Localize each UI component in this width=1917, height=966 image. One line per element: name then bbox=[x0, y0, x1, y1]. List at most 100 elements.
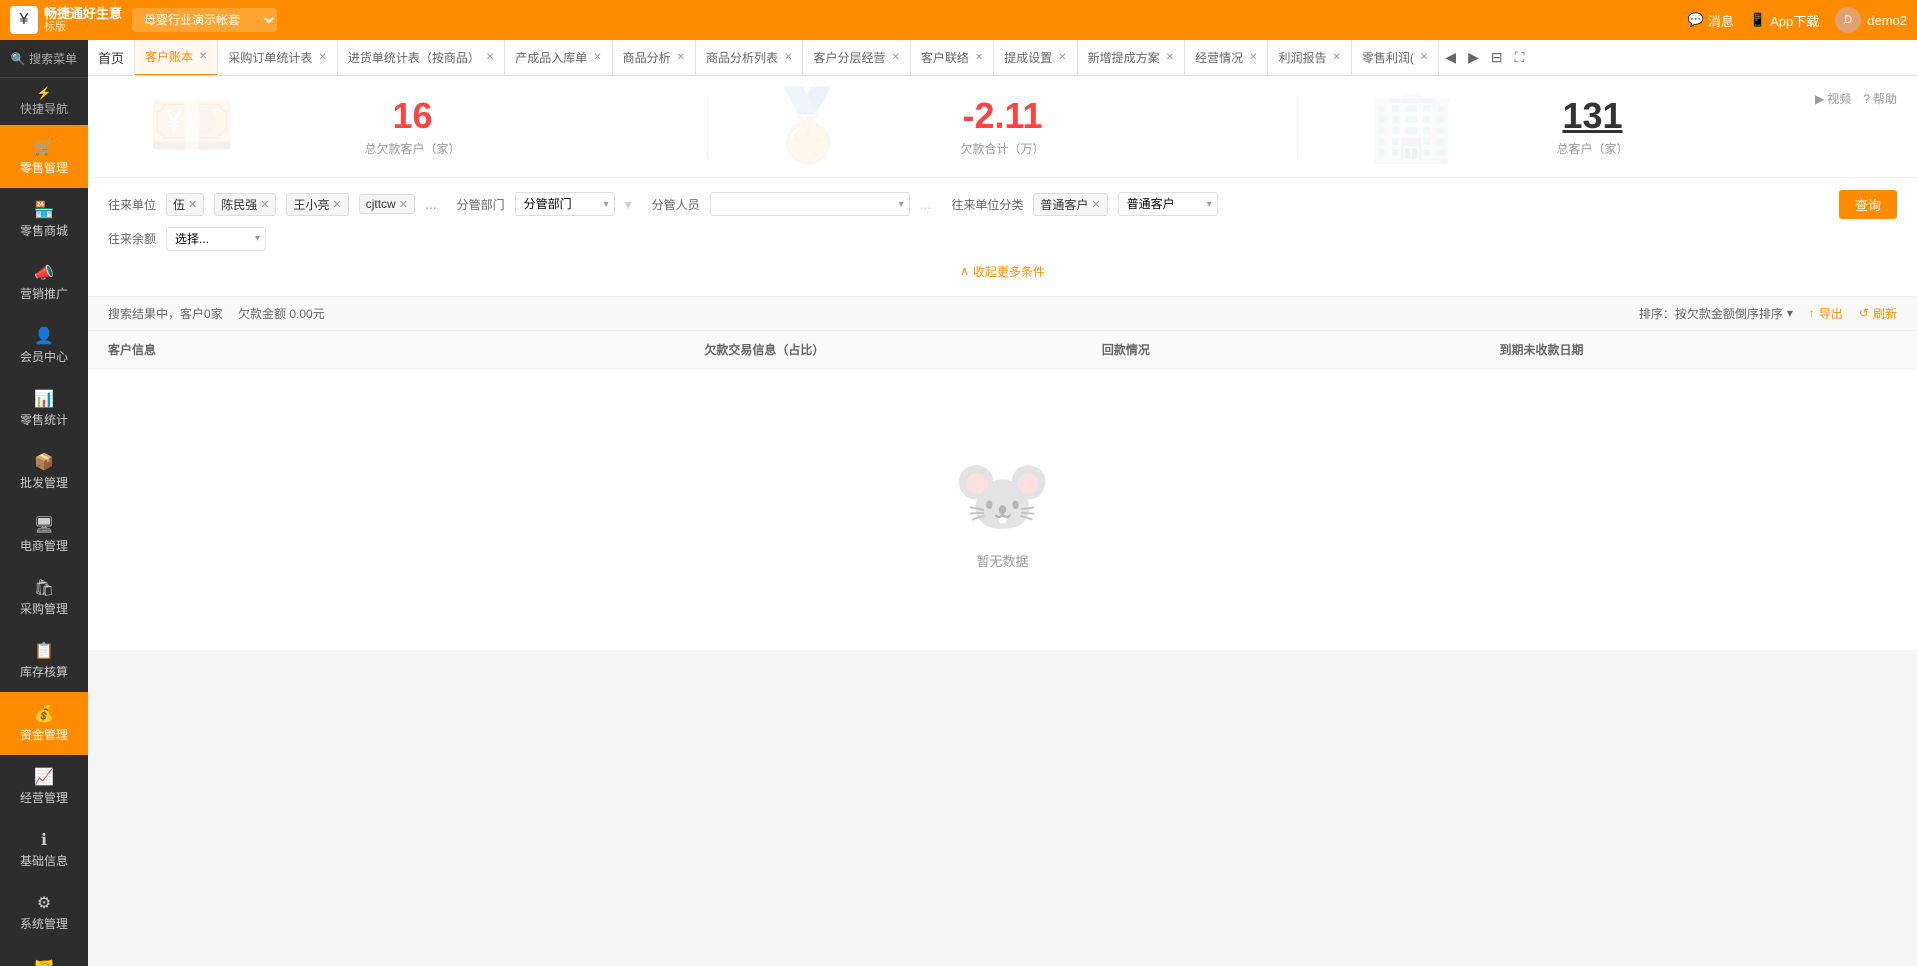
app-download-btn[interactable]: 📱 App下载 bbox=[1750, 11, 1819, 30]
sidebar-label-biz-mgmt: 经营管理 bbox=[0, 789, 88, 806]
tab-nav-right[interactable]: ▶ bbox=[1462, 40, 1485, 76]
sidebar-item-inventory[interactable]: 📋库存核算 bbox=[0, 629, 88, 692]
sidebar-item-member-center[interactable]: 👤会员中心 bbox=[0, 314, 88, 377]
sidebar-item-retail-mall[interactable]: 🏪零售商城 bbox=[0, 188, 88, 251]
tab-new-raise[interactable]: 新增提成方案 ✕ bbox=[1078, 40, 1185, 76]
tab-biz-situation[interactable]: 经营情况 ✕ bbox=[1185, 40, 1268, 76]
stat-total-customers: 16 总欠款客户（家） bbox=[118, 96, 708, 157]
help-icon: ? bbox=[1863, 92, 1870, 106]
branch-dept-select[interactable]: 分管部门 bbox=[515, 192, 615, 216]
tab-close-profit-report[interactable]: ✕ bbox=[1333, 52, 1341, 63]
sidebar-icon-enterprise-collab: 🤝 bbox=[0, 956, 88, 966]
tab-close-product-analysis-list[interactable]: ✕ bbox=[784, 52, 792, 63]
sidebar-search[interactable]: 🔍 搜索菜单 bbox=[0, 40, 88, 78]
sidebar-item-biz-mgmt[interactable]: 📈经营管理 bbox=[0, 755, 88, 818]
collapse-icon: ∧ bbox=[960, 264, 969, 278]
sidebar-item-marketing[interactable]: 📣营销推广 bbox=[0, 251, 88, 314]
sort-selector[interactable]: 排序：按欠款金额倒序排序 ▾ bbox=[1639, 305, 1793, 322]
help-btn[interactable]: ? 帮助 bbox=[1863, 90, 1897, 107]
col-overdue-date: 到期未收款日期 bbox=[1499, 341, 1897, 358]
branch-dept-select-wrap: 分管部门 bbox=[515, 192, 615, 216]
sidebar-item-retail-stats[interactable]: 📊零售统计 bbox=[0, 377, 88, 440]
sidebar-item-sys-mgmt[interactable]: ⚙系统管理 bbox=[0, 881, 88, 944]
stat-total-customers-value: 16 bbox=[392, 96, 432, 136]
company-selector[interactable]: 母婴行业演示帐套 bbox=[132, 8, 277, 32]
sidebar-item-enterprise-collab[interactable]: 🤝企业协同 bbox=[0, 944, 88, 966]
sidebar-item-purchase-mgmt[interactable]: 🛍采购管理 bbox=[0, 566, 88, 629]
tab-close-new-raise[interactable]: ✕ bbox=[1166, 52, 1174, 63]
query-button[interactable]: 查询 bbox=[1839, 190, 1897, 219]
remaining-amount-select[interactable]: 选择... bbox=[166, 227, 266, 251]
tab-close-purchase-order[interactable]: ✕ bbox=[318, 52, 326, 63]
filter-more-tags[interactable]: ... bbox=[425, 196, 437, 212]
video-icon: ▶ bbox=[1815, 92, 1824, 106]
sidebar-item-ecommerce-mgmt[interactable]: 🖥电商管理 bbox=[0, 503, 88, 566]
sidebar-item-basic-info[interactable]: ℹ基础信息 bbox=[0, 818, 88, 881]
filter-area: 往来单位 伍 ✕ 陈民强 ✕ 王小亮 ✕ bbox=[88, 178, 1917, 297]
sidebar-item-retail-mgmt[interactable]: 🛒 零售管理 bbox=[0, 125, 88, 188]
tab-profit-report[interactable]: 利润报告 ✕ bbox=[1268, 40, 1351, 76]
branch-person-select[interactable] bbox=[710, 192, 910, 216]
tab-customer-contact[interactable]: 客户联络 ✕ bbox=[911, 40, 994, 76]
quick-nav[interactable]: ⚡ 快捷导航 bbox=[0, 78, 88, 125]
tab-purchase-stats[interactable]: 进货单统计表（按商品） ✕ bbox=[338, 40, 505, 76]
tab-close-retail-profit[interactable]: ✕ bbox=[1420, 52, 1428, 63]
app-name: 畅捷通好生意 bbox=[44, 6, 122, 22]
message-btn[interactable]: 💬 消息 bbox=[1688, 11, 1734, 30]
tab-home[interactable]: 首页 bbox=[88, 40, 135, 76]
tab-fullscreen[interactable]: ⛶ bbox=[1509, 40, 1531, 76]
tab-close-product-analysis[interactable]: ✕ bbox=[677, 52, 685, 63]
sidebar-item-batch-mgmt[interactable]: 📦批发管理 bbox=[0, 440, 88, 503]
tab-product-analysis[interactable]: 商品分析 ✕ bbox=[613, 40, 696, 76]
tab-close-product-inbound[interactable]: ✕ bbox=[593, 52, 601, 63]
col-overdue-info: 欠款交易信息（占比） bbox=[704, 341, 1102, 358]
tab-raise-settings[interactable]: 提成设置 ✕ bbox=[994, 40, 1077, 76]
stats-area: 💴 🏅 🏢 ▶ 视频 ? 帮助 bbox=[88, 76, 1917, 178]
sidebar-label-retail-mgmt: 零售管理 bbox=[0, 159, 88, 176]
filter-row-2: 往来余额 选择... bbox=[108, 227, 1897, 251]
tab-close-biz-situation[interactable]: ✕ bbox=[1249, 52, 1257, 63]
branch-dept-clear[interactable]: ▾ bbox=[625, 196, 632, 213]
results-actions: 排序：按欠款金额倒序排序 ▾ ↑ 导出 ↺ 刷新 bbox=[1639, 305, 1897, 322]
col-repayment: 回款情况 bbox=[1102, 341, 1500, 358]
tab-retail-profit[interactable]: 零售利润( ✕ bbox=[1352, 40, 1439, 76]
app-version: 标版 bbox=[44, 21, 122, 34]
stat-total-customers-label: 总欠款客户（家） bbox=[364, 140, 460, 157]
tab-close-purchase-stats[interactable]: ✕ bbox=[486, 52, 494, 63]
sidebar-label-marketing: 营销推广 bbox=[0, 285, 88, 302]
filter-tag-cjttcw-close[interactable]: ✕ bbox=[399, 198, 408, 211]
filter-row-1: 往来单位 伍 ✕ 陈民强 ✕ 王小亮 ✕ bbox=[108, 190, 1897, 219]
refresh-btn[interactable]: ↺ 刷新 bbox=[1859, 305, 1897, 322]
export-btn[interactable]: ↑ 导出 bbox=[1809, 305, 1843, 322]
filter-tag-wang-close[interactable]: ✕ bbox=[333, 198, 342, 211]
filter-tag-wu-close[interactable]: ✕ bbox=[188, 198, 197, 211]
app-icon: 📱 bbox=[1750, 12, 1766, 28]
sidebar-icon-retail-mgmt: 🛒 bbox=[0, 137, 88, 157]
stat-overdue-value: -2.11 bbox=[962, 96, 1042, 136]
tab-expand[interactable]: ⊟ bbox=[1485, 40, 1509, 76]
tab-customer-tier[interactable]: 客户分层经营 ✕ bbox=[803, 40, 910, 76]
export-icon: ↑ bbox=[1809, 306, 1815, 320]
empty-illustration: 🐭 bbox=[953, 449, 1053, 543]
tab-close-raise-settings[interactable]: ✕ bbox=[1058, 52, 1066, 63]
empty-text: 暂无数据 bbox=[976, 551, 1028, 570]
video-btn[interactable]: ▶ 视频 bbox=[1815, 90, 1851, 107]
tab-close-customer-contact[interactable]: ✕ bbox=[975, 52, 983, 63]
filter-tag-chen-close[interactable]: ✕ bbox=[260, 198, 269, 211]
tab-product-inbound[interactable]: 产成品入库单 ✕ bbox=[505, 40, 612, 76]
tab-close-customer-tier[interactable]: ✕ bbox=[891, 52, 899, 63]
tab-close-customer-cost[interactable]: ✕ bbox=[199, 51, 207, 62]
refresh-icon: ↺ bbox=[1859, 306, 1869, 320]
sidebar-item-finance-mgmt[interactable]: 💰资金管理 bbox=[0, 692, 88, 755]
tab-product-analysis-list[interactable]: 商品分析列表 ✕ bbox=[696, 40, 803, 76]
branch-person-more[interactable]: ... bbox=[920, 196, 932, 212]
category-select[interactable]: 普通客户 bbox=[1118, 192, 1218, 216]
collapse-btn[interactable]: ∧ 收起更多条件 bbox=[108, 259, 1897, 284]
tab-nav-left[interactable]: ◀ bbox=[1439, 40, 1462, 76]
filter-tag-category-close[interactable]: ✕ bbox=[1091, 198, 1100, 211]
trade-unit-category-label: 往来单位分类 bbox=[951, 196, 1023, 213]
tab-customer-cost[interactable]: 客户账本 ✕ bbox=[135, 40, 218, 76]
user-profile[interactable]: D demo2 bbox=[1835, 7, 1907, 33]
sidebar-icon-basic-info: ℹ bbox=[0, 830, 88, 850]
tab-purchase-order[interactable]: 采购订单统计表 ✕ bbox=[218, 40, 337, 76]
